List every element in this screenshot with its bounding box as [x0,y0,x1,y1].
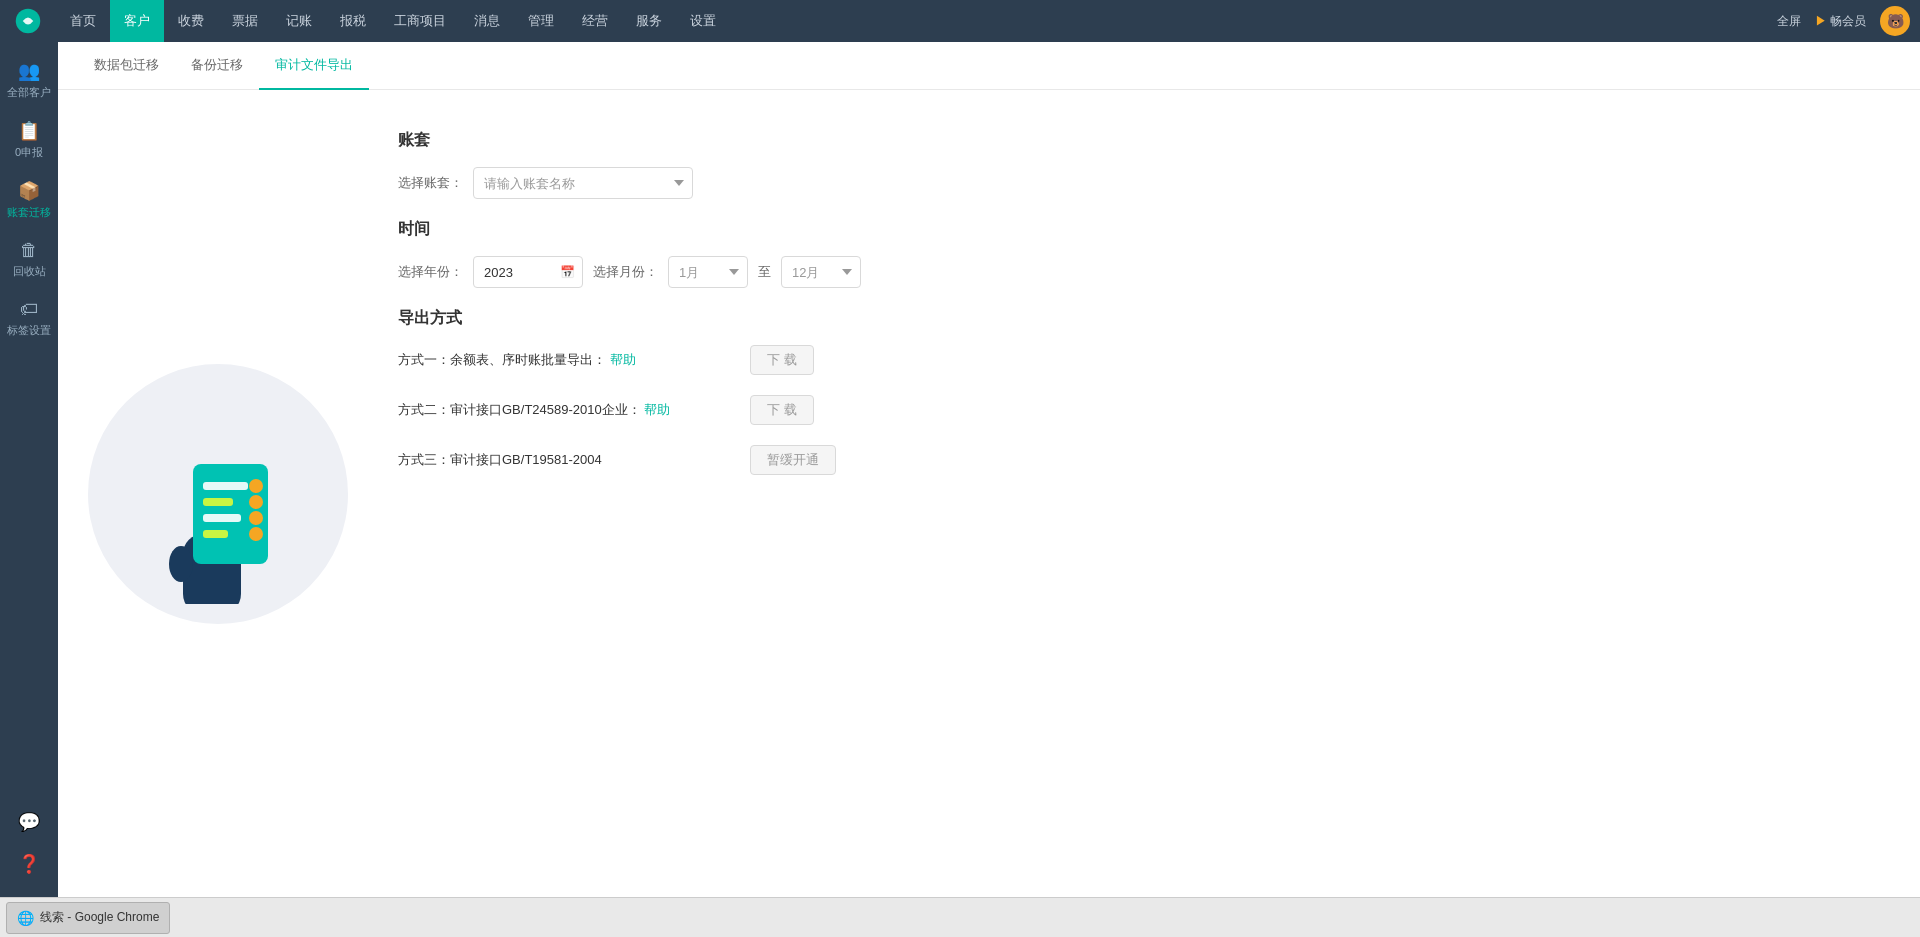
member-btn[interactable]: ▶ 畅会员 [1815,13,1866,30]
tab-backup-migrate[interactable]: 备份迁移 [175,42,259,90]
app-logo [10,3,46,39]
method-1-help-link[interactable]: 帮助 [610,352,636,367]
tab-audit-export[interactable]: 审计文件导出 [259,42,369,90]
sidebar-item-zero-declare[interactable]: 📋 0申报 [0,110,58,170]
svg-rect-6 [203,498,233,506]
sidebar-item-recycle[interactable]: 🗑 回收站 [0,230,58,289]
nav-message[interactable]: 消息 [460,0,514,42]
chat-icon: 💬 [18,811,40,833]
month-start-label: 选择月份： [593,263,658,281]
month-start-select[interactable]: 1月 2月 3月 12月 [668,256,748,288]
help-icon: ❓ [18,853,40,875]
method-2-label: 方式二：审计接口GB/T24589-2010企业： 帮助 [398,401,738,419]
user-avatar[interactable]: 🐻 [1880,6,1910,36]
nav-manage[interactable]: 管理 [514,0,568,42]
sidebar: 👥 全部客户 📋 0申报 📦 账套迁移 🗑 回收站 🏷 标签设置 💬 ❓ [0,42,58,897]
illustration-area [78,120,358,867]
sidebar-label-recycle: 回收站 [13,264,46,279]
svg-rect-7 [203,514,241,522]
form-area: 账套 选择账套： 请输入账套名称 时间 选择年份： 2023 📅 选择月份： [398,120,1900,867]
account-section-title: 账套 [398,130,1900,151]
svg-point-11 [249,511,263,525]
nav-fee[interactable]: 收费 [164,0,218,42]
all-customers-icon: 👥 [18,60,40,82]
nav-items: 首页 客户 收费 票据 记账 报税 工商项目 消息 管理 经营 服务 设置 [56,0,1777,42]
method-1-download-btn[interactable]: 下 载 [750,345,814,375]
sidebar-item-all-customers[interactable]: 👥 全部客户 [0,50,58,110]
method-1-label: 方式一：余额表、序时账批量导出： 帮助 [398,351,738,369]
time-section-title: 时间 [398,219,1900,240]
illustration-svg [118,384,318,604]
taskbar: 🌐 线索 - Google Chrome [0,897,1920,937]
fullscreen-btn[interactable]: 全屏 [1777,13,1801,30]
nav-right: 全屏 ▶ 畅会员 🐻 [1777,6,1910,36]
year-label: 选择年份： [398,263,463,281]
tag-settings-icon: 🏷 [20,299,38,320]
illustration-circle [88,364,348,624]
time-separator: 至 [758,263,771,281]
svg-rect-8 [203,530,228,538]
nav-invoice[interactable]: 票据 [218,0,272,42]
main-layout: 👥 全部客户 📋 0申报 📦 账套迁移 🗑 回收站 🏷 标签设置 💬 ❓ [0,42,1920,897]
sidebar-label-account-migrate: 账套迁移 [7,205,51,220]
nav-settings[interactable]: 设置 [676,0,730,42]
chrome-icon: 🌐 [17,910,34,926]
nav-service[interactable]: 服务 [622,0,676,42]
sidebar-label-all-customers: 全部客户 [7,85,51,100]
account-select[interactable]: 请输入账套名称 [473,167,693,199]
export-method-3: 方式三：审计接口GB/T19581-2004 暂缓开通 [398,445,1900,475]
nav-business[interactable]: 工商项目 [380,0,460,42]
svg-rect-5 [203,482,248,490]
method-3-label: 方式三：审计接口GB/T19581-2004 [398,451,738,469]
account-migrate-icon: 📦 [18,180,40,202]
sidebar-item-help[interactable]: ❓ [0,843,58,885]
zero-declare-icon: 📋 [18,120,40,142]
nav-bookkeep[interactable]: 记账 [272,0,326,42]
taskbar-chrome-label: 线索 - Google Chrome [40,909,159,926]
export-method-2: 方式二：审计接口GB/T24589-2010企业： 帮助 下 载 [398,395,1900,425]
year-input-wrap: 2023 📅 [473,256,583,288]
sidebar-bottom: 💬 ❓ [0,801,58,897]
method-2-download-btn[interactable]: 下 载 [750,395,814,425]
nav-operation[interactable]: 经营 [568,0,622,42]
sidebar-label-zero-declare: 0申报 [15,145,43,160]
svg-point-9 [249,479,263,493]
method-3-open-btn[interactable]: 暂缓开通 [750,445,836,475]
nav-customer[interactable]: 客户 [110,0,164,42]
export-method-1: 方式一：余额表、序时账批量导出： 帮助 下 载 [398,345,1900,375]
month-end-select[interactable]: 12月 1月 6月 [781,256,861,288]
page-content: 账套 选择账套： 请输入账套名称 时间 选择年份： 2023 📅 选择月份： [58,90,1920,897]
sidebar-item-chat[interactable]: 💬 [0,801,58,843]
method-2-help-link[interactable]: 帮助 [644,402,670,417]
recycle-icon: 🗑 [20,240,38,261]
export-section-title: 导出方式 [398,308,1900,329]
tab-bar: 数据包迁移 备份迁移 审计文件导出 [58,42,1920,90]
sidebar-label-tag-settings: 标签设置 [7,323,51,338]
svg-point-10 [249,495,263,509]
taskbar-chrome-btn[interactable]: 🌐 线索 - Google Chrome [6,902,170,934]
nav-home[interactable]: 首页 [56,0,110,42]
sidebar-item-tag-settings[interactable]: 🏷 标签设置 [0,289,58,348]
tab-data-migrate[interactable]: 数据包迁移 [78,42,175,90]
time-select-row: 选择年份： 2023 📅 选择月份： 1月 2月 3月 12月 至 12月 [398,256,1900,288]
account-select-row: 选择账套： 请输入账套名称 [398,167,1900,199]
svg-point-3 [169,546,193,582]
sidebar-item-account-migrate[interactable]: 📦 账套迁移 [0,170,58,230]
account-select-label: 选择账套： [398,174,463,192]
svg-point-12 [249,527,263,541]
nav-tax[interactable]: 报税 [326,0,380,42]
year-input[interactable]: 2023 [473,256,583,288]
content-area: 数据包迁移 备份迁移 审计文件导出 [58,42,1920,897]
top-nav: 首页 客户 收费 票据 记账 报税 工商项目 消息 管理 经营 服务 设置 全屏… [0,0,1920,42]
